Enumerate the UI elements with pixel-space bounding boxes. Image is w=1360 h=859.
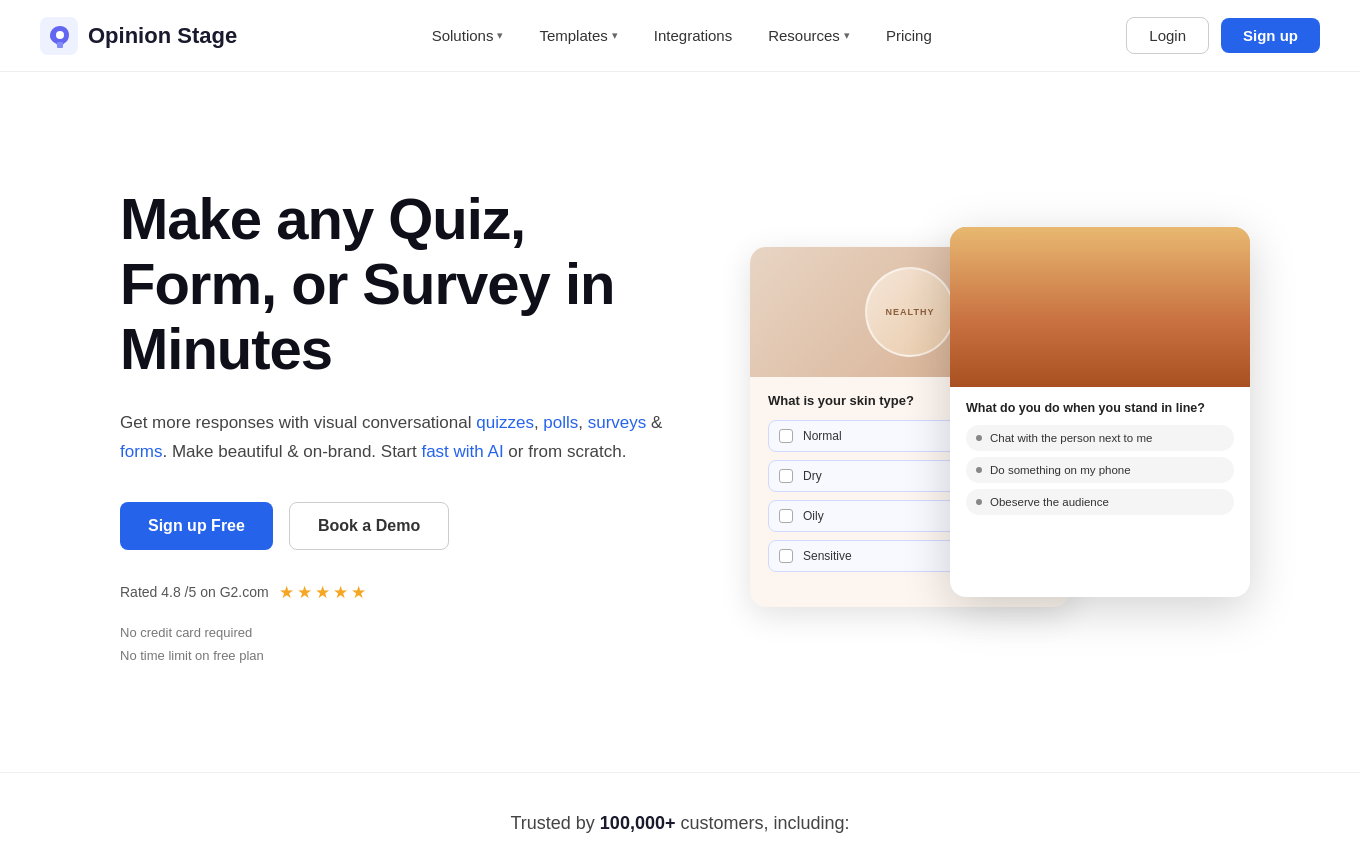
trusted-section: Trusted by 100,000+ customers, including… bbox=[0, 772, 1360, 854]
chevron-down-icon: ▾ bbox=[612, 29, 618, 42]
option-dot bbox=[976, 435, 982, 441]
skin-label-normal: Normal bbox=[803, 429, 842, 443]
person-image bbox=[950, 227, 1250, 387]
line-question: What do you do when you stand in line? bbox=[966, 401, 1234, 415]
line-option-chat[interactable]: Chat with the person next to me bbox=[966, 425, 1234, 451]
skin-label-sensitive: Sensitive bbox=[803, 549, 852, 563]
star-rating: ★ ★ ★ ★ ★ bbox=[279, 582, 366, 603]
line-option-chat-label: Chat with the person next to me bbox=[990, 432, 1152, 444]
nav-pricing[interactable]: Pricing bbox=[872, 19, 946, 52]
hero-subtitle: Get more responses with visual conversat… bbox=[120, 409, 680, 465]
skin-checkbox-sensitive bbox=[779, 549, 793, 563]
star-1: ★ bbox=[279, 582, 294, 603]
product-label: NEALTHY bbox=[865, 267, 955, 357]
meta-no-cc: No credit card required bbox=[120, 621, 680, 644]
nav-resources[interactable]: Resources ▾ bbox=[754, 19, 864, 52]
star-5: ★ bbox=[351, 582, 366, 603]
trusted-text: Trusted by 100,000+ customers, including… bbox=[80, 813, 1280, 834]
line-option-phone[interactable]: Do something on my phone bbox=[966, 457, 1234, 483]
logo-bar bbox=[0, 854, 1360, 859]
skin-label-oily: Oily bbox=[803, 509, 824, 523]
chevron-down-icon: ▾ bbox=[497, 29, 503, 42]
line-option-observe-label: Obeserve the audience bbox=[990, 496, 1109, 508]
line-option-phone-label: Do something on my phone bbox=[990, 464, 1131, 476]
navbar: Opinion Stage Solutions ▾ Templates ▾ In… bbox=[0, 0, 1360, 72]
nav-integrations[interactable]: Integrations bbox=[640, 19, 746, 52]
hero-buttons: Sign up Free Book a Demo bbox=[120, 502, 680, 550]
hero-title: Make any Quiz, Form, or Survey in Minute… bbox=[120, 187, 680, 382]
link-polls[interactable]: polls bbox=[543, 413, 578, 432]
link-quizzes[interactable]: quizzes bbox=[476, 413, 534, 432]
line-card-image bbox=[950, 227, 1250, 387]
nav-solutions[interactable]: Solutions ▾ bbox=[418, 19, 518, 52]
rating-text: Rated 4.8 /5 on G2.com bbox=[120, 584, 269, 600]
link-surveys[interactable]: surveys bbox=[588, 413, 647, 432]
book-demo-button[interactable]: Book a Demo bbox=[289, 502, 449, 550]
meta-no-limit: No time limit on free plan bbox=[120, 644, 680, 667]
hero-right: NEALTHY What is your skin type? Normal D… bbox=[720, 217, 1280, 637]
skin-checkbox-oily bbox=[779, 509, 793, 523]
line-card-body: What do you do when you stand in line? C… bbox=[950, 387, 1250, 535]
hero-meta: No credit card required No time limit on… bbox=[120, 621, 680, 668]
brand-logo[interactable]: Opinion Stage bbox=[40, 17, 237, 55]
link-fast-ai[interactable]: fast with AI bbox=[421, 442, 503, 461]
svg-rect-2 bbox=[57, 42, 63, 48]
hero-rating: Rated 4.8 /5 on G2.com ★ ★ ★ ★ ★ bbox=[120, 582, 680, 603]
option-dot bbox=[976, 499, 982, 505]
hero-section: Make any Quiz, Form, or Survey in Minute… bbox=[0, 72, 1360, 772]
hero-left: Make any Quiz, Form, or Survey in Minute… bbox=[120, 187, 680, 668]
link-forms[interactable]: forms bbox=[120, 442, 163, 461]
skin-label-dry: Dry bbox=[803, 469, 822, 483]
login-button[interactable]: Login bbox=[1126, 17, 1209, 54]
nav-actions: Login Sign up bbox=[1126, 17, 1320, 54]
skin-checkbox-normal bbox=[779, 429, 793, 443]
logo-icon bbox=[40, 17, 78, 55]
line-quiz-card: What do you do when you stand in line? C… bbox=[950, 227, 1250, 597]
star-2: ★ bbox=[297, 582, 312, 603]
brand-name: Opinion Stage bbox=[88, 23, 237, 49]
svg-point-1 bbox=[56, 31, 64, 39]
mockup-container: NEALTHY What is your skin type? Normal D… bbox=[750, 227, 1250, 627]
star-4: ★ bbox=[333, 582, 348, 603]
option-dot bbox=[976, 467, 982, 473]
star-3: ★ bbox=[315, 582, 330, 603]
skin-checkbox-dry bbox=[779, 469, 793, 483]
chevron-down-icon: ▾ bbox=[844, 29, 850, 42]
nav-links: Solutions ▾ Templates ▾ Integrations Res… bbox=[418, 19, 946, 52]
line-option-observe[interactable]: Obeserve the audience bbox=[966, 489, 1234, 515]
nav-templates[interactable]: Templates ▾ bbox=[525, 19, 631, 52]
signup-free-button[interactable]: Sign up Free bbox=[120, 502, 273, 550]
signup-button[interactable]: Sign up bbox=[1221, 18, 1320, 53]
trusted-count: 100,000+ bbox=[600, 813, 676, 833]
